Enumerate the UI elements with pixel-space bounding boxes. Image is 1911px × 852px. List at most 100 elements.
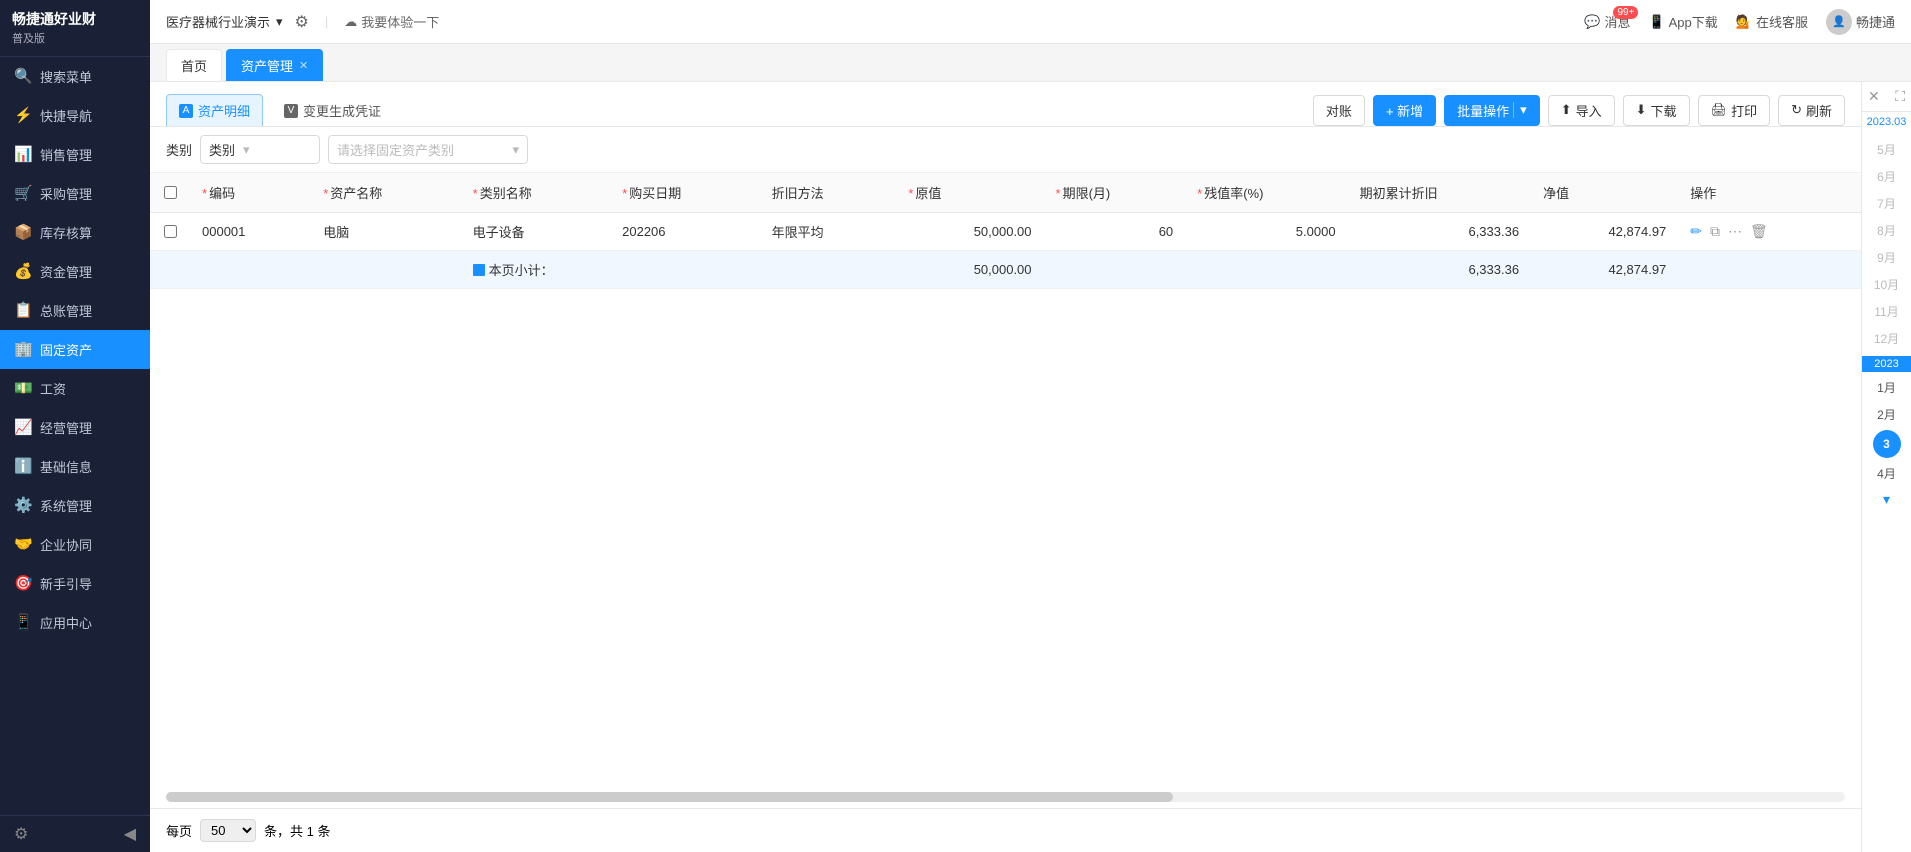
scrollbar-track[interactable] (166, 792, 1845, 802)
sidebar-label-payroll: 工资 (40, 379, 66, 398)
sidebar-label-inventory: 库存核算 (40, 223, 92, 242)
sub-tabs: A 资产明细 V 变更生成凭证 对账 + 新增 批量操作 (150, 82, 1861, 127)
sidebar-item-enterprise[interactable]: 🤝企业协同 (0, 525, 150, 564)
panel-expand-icon[interactable]: ⛶ (1895, 88, 1905, 105)
batch-ops-btn[interactable]: 批量操作 ▾ (1444, 95, 1540, 126)
prev-month-item[interactable]: 12月 (1874, 325, 1899, 352)
collapse-icon[interactable]: ◀ (124, 824, 136, 844)
prev-month-item[interactable]: 7月 (1874, 190, 1899, 217)
sidebar-icon-basic-info: ℹ️ (14, 457, 32, 475)
asset-table-wrapper: *编码 *资产名称 *类别名称 *购买日期 折旧方法 *原值 *期限(月) *残… (150, 173, 1861, 786)
sidebar-item-ledger[interactable]: 📋总账管理 (0, 291, 150, 330)
download-btn[interactable]: ⬇ 下载 (1623, 95, 1690, 126)
sidebar-icon-purchase: 🛒 (14, 184, 32, 202)
sub-tab-change-voucher-label: 变更生成凭证 (303, 101, 381, 120)
message-btn[interactable]: 💬 消息 99+ (1584, 12, 1630, 31)
sidebar-icon-ledger: 📋 (14, 301, 32, 319)
right-panel-header: ✕ ⛶ (1862, 82, 1911, 112)
current-month-item[interactable]: 2月 (1873, 401, 1901, 428)
sidebar-item-operations[interactable]: 📈经营管理 (0, 408, 150, 447)
subtotal-empty1 (150, 251, 190, 289)
sidebar-item-payroll[interactable]: 💵工资 (0, 369, 150, 408)
sub-tab-change-voucher[interactable]: V 变更生成凭证 (271, 94, 394, 126)
sidebar-label-guide: 新手引导 (40, 574, 92, 593)
copy-icon[interactable]: ⧉ (1710, 223, 1720, 240)
refresh-btn[interactable]: ↻ 刷新 (1778, 95, 1845, 126)
th-net-value: 净值 (1531, 173, 1678, 213)
user-profile[interactable]: 👤 畅捷通 (1826, 9, 1895, 35)
prev-month-item[interactable]: 8月 (1874, 217, 1899, 244)
prev-month-item[interactable]: 6月 (1874, 163, 1899, 190)
sub-tab-asset-detail[interactable]: A 资产明细 (166, 94, 263, 126)
tab-asset-label: 资产管理 (241, 56, 293, 75)
batch-ops-dropdown-icon[interactable]: ▾ (1513, 102, 1527, 118)
tab-asset-management[interactable]: 资产管理 ✕ (226, 49, 323, 81)
current-month-item[interactable]: 1月 (1873, 374, 1901, 401)
sidebar-label-operations: 经营管理 (40, 418, 92, 437)
select-all-checkbox[interactable] (164, 186, 177, 199)
current-month-item[interactable]: 3 (1873, 430, 1901, 458)
current-month-item[interactable]: 4月 (1873, 460, 1901, 487)
th-depreciation-method: 折旧方法 (760, 173, 897, 213)
scrollbar-thumb[interactable] (166, 792, 1173, 802)
filter-placeholder: 请选择固定资产类别 (337, 140, 454, 159)
sidebar-item-purchase[interactable]: 🛒 采购管理 (0, 174, 150, 213)
panel-close-icon[interactable]: ✕ (1868, 88, 1880, 105)
service-icon: 💁 (1736, 14, 1752, 30)
reconcile-btn[interactable]: 对账 (1313, 95, 1365, 126)
prev-month-item[interactable]: 11月 (1874, 298, 1899, 325)
app-download-btn[interactable]: 📱 App下载 (1648, 12, 1717, 31)
table-body: 000001 电脑 电子设备 202206 年限平均 50,000.00 60 … (150, 213, 1861, 289)
panel-scroll-down[interactable]: ▾ (1883, 487, 1890, 512)
online-service-btn[interactable]: 💁 在线客服 (1736, 12, 1808, 31)
sidebar-item-basic-info[interactable]: ℹ️基础信息 (0, 447, 150, 486)
print-btn[interactable]: 🖨 打印 (1698, 95, 1771, 126)
cell-depreciation: 年限平均 (760, 213, 897, 251)
per-page-label: 每页 (166, 821, 192, 840)
subtotal-empty3 (311, 251, 460, 289)
th-original-value: *原值 (896, 173, 1043, 213)
new-label: + 新增 (1386, 101, 1423, 120)
subtotal-icon (473, 264, 485, 276)
company-selector[interactable]: 医疗器械行业演示 ▾ (166, 12, 283, 31)
sidebar-label-capital: 资金管理 (40, 262, 92, 281)
th-code: *编码 (190, 173, 311, 213)
sidebar-item-quick-nav[interactable]: ⚡快捷导航 (0, 96, 150, 135)
import-icon: ⬆ (1561, 102, 1572, 118)
divider: | (325, 14, 328, 29)
sidebar-item-guide[interactable]: 🎯新手引导 (0, 564, 150, 603)
import-btn[interactable]: ⬆ 导入 (1548, 95, 1615, 126)
sidebar-item-inventory[interactable]: 📦库存核算 (0, 213, 150, 252)
tab-close-icon[interactable]: ✕ (299, 59, 308, 72)
subtotal-empty4 (1044, 251, 1186, 289)
more-icon[interactable]: ⋯ (1728, 223, 1742, 240)
sidebar-item-system[interactable]: ⚙️系统管理 (0, 486, 150, 525)
sidebar-item-fixed-assets[interactable]: 🏢固定资产 (0, 330, 150, 369)
asset-table: *编码 *资产名称 *类别名称 *购买日期 折旧方法 *原值 *期限(月) *残… (150, 173, 1861, 289)
new-btn[interactable]: + 新增 (1373, 95, 1436, 126)
prev-month-item[interactable]: 9月 (1874, 244, 1899, 271)
per-page-select[interactable]: 102050100 (200, 819, 256, 842)
settings-icon[interactable]: ⚙ (14, 824, 28, 844)
sidebar-item-capital[interactable]: 💰资金管理 (0, 252, 150, 291)
main-area: A 资产明细 V 变更生成凭证 对账 + 新增 批量操作 (150, 82, 1861, 852)
prev-month-item[interactable]: 10月 (1874, 271, 1899, 298)
sub-tab-asset-detail-label: 资产明细 (198, 101, 250, 120)
sidebar-footer: ⚙ ◀ (0, 815, 150, 852)
sidebar-icon-search: 🔍 (14, 67, 32, 85)
delete-icon[interactable]: 🗑 (1750, 223, 1768, 240)
prev-month-item[interactable]: 5月 (1874, 136, 1899, 163)
sidebar-label-search: 搜索菜单 (40, 67, 92, 86)
reconcile-label: 对账 (1326, 101, 1352, 120)
experience-btn[interactable]: ☁ 我要体验一下 (344, 12, 439, 31)
edit-icon[interactable]: ✏ (1690, 223, 1702, 240)
sidebar-item-search[interactable]: 🔍 搜索菜单 (0, 57, 150, 96)
sidebar-item-app-center[interactable]: 📱应用中心 (0, 603, 150, 642)
sidebar-label-purchase: 采购管理 (40, 184, 92, 203)
tab-home[interactable]: 首页 (166, 49, 222, 81)
settings-gear-icon[interactable]: ⚙ (295, 12, 309, 32)
filter-category-select[interactable]: 类别 ▾ (200, 135, 320, 164)
filter-asset-category-dropdown[interactable]: 请选择固定资产类别 ▾ (328, 135, 528, 164)
row-checkbox-0[interactable] (164, 225, 177, 238)
sidebar-item-sales[interactable]: 📊销售管理 (0, 135, 150, 174)
